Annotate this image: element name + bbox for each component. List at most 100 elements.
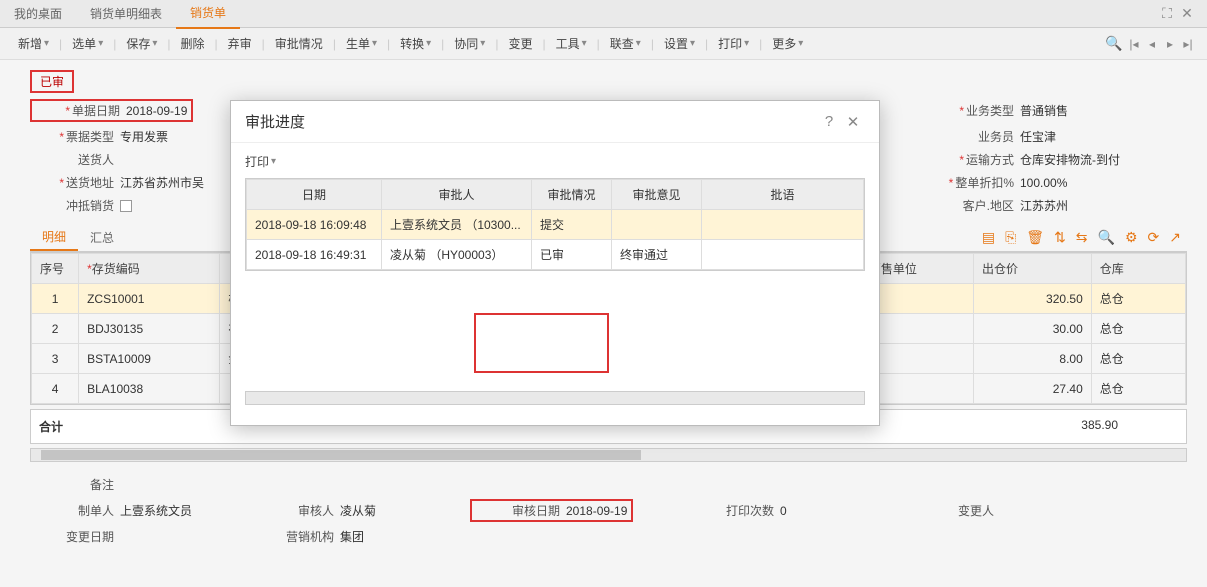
col-seq[interactable]: 序号 xyxy=(32,254,79,284)
tab-sales-detail[interactable]: 销货单明细表 xyxy=(76,0,176,28)
doc-date-value: 2018-09-19 xyxy=(126,104,187,118)
cell-date: 2018-09-18 16:09:48 xyxy=(247,210,382,240)
cell-code: BDJ30135 xyxy=(79,314,220,344)
grid-tool-icon-5[interactable]: ⇆ xyxy=(1076,229,1088,246)
col-price[interactable]: 出仓价 xyxy=(974,254,1092,284)
cell-comment xyxy=(702,210,864,240)
biz-type-value: 普通销售 xyxy=(1020,102,1068,119)
approval-row[interactable]: 2018-09-18 16:09:48上壹系统文员 （10300...提交 xyxy=(247,210,864,240)
add-button[interactable]: 新增▾ xyxy=(10,35,57,52)
print-count-label: 打印次数 xyxy=(690,502,780,519)
grid-tool-icon-3[interactable]: 🗑 xyxy=(1026,229,1044,246)
cell-code: ZCS10001 xyxy=(79,284,220,314)
cell-opinion: 终审通过 xyxy=(612,240,702,270)
audit-date-label: 审核日期 xyxy=(476,502,566,519)
org-value: 集团 xyxy=(340,528,364,545)
col-wh[interactable]: 仓库 xyxy=(1091,254,1185,284)
print-count-value: 0 xyxy=(780,504,787,518)
invoice-type-label: *票据类型 xyxy=(30,128,120,145)
discount-value: 100.00% xyxy=(1020,176,1067,190)
more-button[interactable]: 更多▾ xyxy=(764,35,811,52)
approval-progress-modal: 审批进度 ? ✕ 打印▾ 日期 审批人 审批情况 审批意见 批语 xyxy=(230,100,880,426)
cell-approver: 上壹系统文员 （10300... xyxy=(382,210,532,240)
prev-icon[interactable]: ◂ xyxy=(1143,37,1161,51)
gen-button[interactable]: 生单▾ xyxy=(338,35,385,52)
first-icon[interactable]: |◂ xyxy=(1125,37,1143,51)
subtab-detail[interactable]: 明细 xyxy=(30,224,78,251)
cell-wh: 总仓 xyxy=(1091,284,1185,314)
cell-wh: 总仓 xyxy=(1091,314,1185,344)
abandon-button[interactable]: 弃审 xyxy=(220,35,260,52)
highlight-box xyxy=(474,313,609,373)
salesman-value: 任宝津 xyxy=(1020,128,1056,145)
mcol-opinion[interactable]: 审批意见 xyxy=(612,180,702,210)
expand-icon[interactable]: ⛶ xyxy=(1157,5,1177,22)
grid-tool-icon-6[interactable]: 🔍 xyxy=(1098,229,1115,246)
settings-button[interactable]: 设置▾ xyxy=(656,35,703,52)
mcol-approver[interactable]: 审批人 xyxy=(382,180,532,210)
approval-status-button[interactable]: 审批情况 xyxy=(267,35,331,52)
cell-seq: 2 xyxy=(32,314,79,344)
cell-code: BSTA10009 xyxy=(79,344,220,374)
tools-button[interactable]: 工具▾ xyxy=(548,35,595,52)
grid-tool-icon-8[interactable]: ⟳ xyxy=(1148,229,1160,246)
coord-button[interactable]: 协同▾ xyxy=(446,35,493,52)
modal-close-icon[interactable]: ✕ xyxy=(841,113,865,131)
mcol-date[interactable]: 日期 xyxy=(247,180,382,210)
cell-comment xyxy=(702,240,864,270)
region-value: 江苏苏州 xyxy=(1020,197,1068,214)
ship-mode-label: *运输方式 xyxy=(930,151,1020,168)
close-icon[interactable]: ✕ xyxy=(1177,5,1197,22)
total-price: 385.90 xyxy=(1081,418,1118,435)
cell-status: 提交 xyxy=(532,210,612,240)
maker-label: 制单人 xyxy=(30,502,120,519)
col-code[interactable]: *存货编码 xyxy=(79,254,220,284)
grid-tool-icon-2[interactable]: ⎘ xyxy=(1005,229,1016,246)
auditor-value: 凌从菊 xyxy=(340,502,376,519)
cell-approver: 凌从菊 （HY00003） xyxy=(382,240,532,270)
approval-grid: 日期 审批人 审批情况 审批意见 批语 2018-09-18 16:09:48上… xyxy=(245,178,865,271)
modal-horizontal-scrollbar[interactable] xyxy=(245,391,865,405)
cell-status: 已审 xyxy=(532,240,612,270)
convert-button[interactable]: 转换▾ xyxy=(392,35,439,52)
grid-tool-icon-1[interactable]: ▤ xyxy=(982,229,995,246)
subtab-summary[interactable]: 汇总 xyxy=(78,225,126,250)
modal-title: 审批进度 xyxy=(245,111,305,132)
grid-tool-icon-7[interactable]: ⚙ xyxy=(1125,229,1138,246)
grid-tool-icon-9[interactable]: ↗ xyxy=(1169,229,1181,246)
approval-row[interactable]: 2018-09-18 16:49:31凌从菊 （HY00003）已审终审通过 xyxy=(247,240,864,270)
grid-tool-icon-4[interactable]: ⇅ xyxy=(1054,229,1066,246)
cell-price: 27.40 xyxy=(974,374,1092,404)
tab-sales-order[interactable]: 销货单 xyxy=(176,0,240,29)
next-icon[interactable]: ▸ xyxy=(1161,37,1179,51)
print-button[interactable]: 打印▾ xyxy=(710,35,757,52)
ship-mode-value: 仓库安排物流-到付 xyxy=(1020,151,1120,168)
salesman-label: 业务员 xyxy=(930,128,1020,145)
discount-label: *整单折扣% xyxy=(930,174,1020,191)
cell-opinion xyxy=(612,210,702,240)
help-icon[interactable]: ? xyxy=(817,113,841,130)
mcol-status[interactable]: 审批情况 xyxy=(532,180,612,210)
maker-value: 上壹系统文员 xyxy=(120,502,192,519)
change-date-label: 变更日期 xyxy=(30,528,120,545)
last-icon[interactable]: ▸| xyxy=(1179,37,1197,51)
cell-code: BLA10038 xyxy=(79,374,220,404)
horizontal-scrollbar[interactable] xyxy=(30,448,1187,462)
invoice-type-value: 专用发票 xyxy=(120,128,168,145)
changer-label: 变更人 xyxy=(910,502,1000,519)
cell-seq: 4 xyxy=(32,374,79,404)
change-button[interactable]: 变更 xyxy=(500,35,540,52)
link-button[interactable]: 联查▾ xyxy=(602,35,649,52)
save-button[interactable]: 保存▾ xyxy=(118,35,165,52)
search-icon[interactable]: 🔍 xyxy=(1103,35,1125,52)
select-button[interactable]: 选单▾ xyxy=(64,35,111,52)
address-value: 江苏省苏州市吴 xyxy=(120,174,204,191)
status-badge: 已审 xyxy=(30,70,74,93)
cell-seq: 1 xyxy=(32,284,79,314)
mcol-comment[interactable]: 批语 xyxy=(702,180,864,210)
org-label: 营销机构 xyxy=(250,528,340,545)
offset-checkbox[interactable] xyxy=(120,200,132,212)
modal-print-button[interactable]: 打印▾ xyxy=(245,153,276,170)
tab-desktop[interactable]: 我的桌面 xyxy=(0,0,76,28)
delete-button[interactable]: 删除 xyxy=(173,35,213,52)
